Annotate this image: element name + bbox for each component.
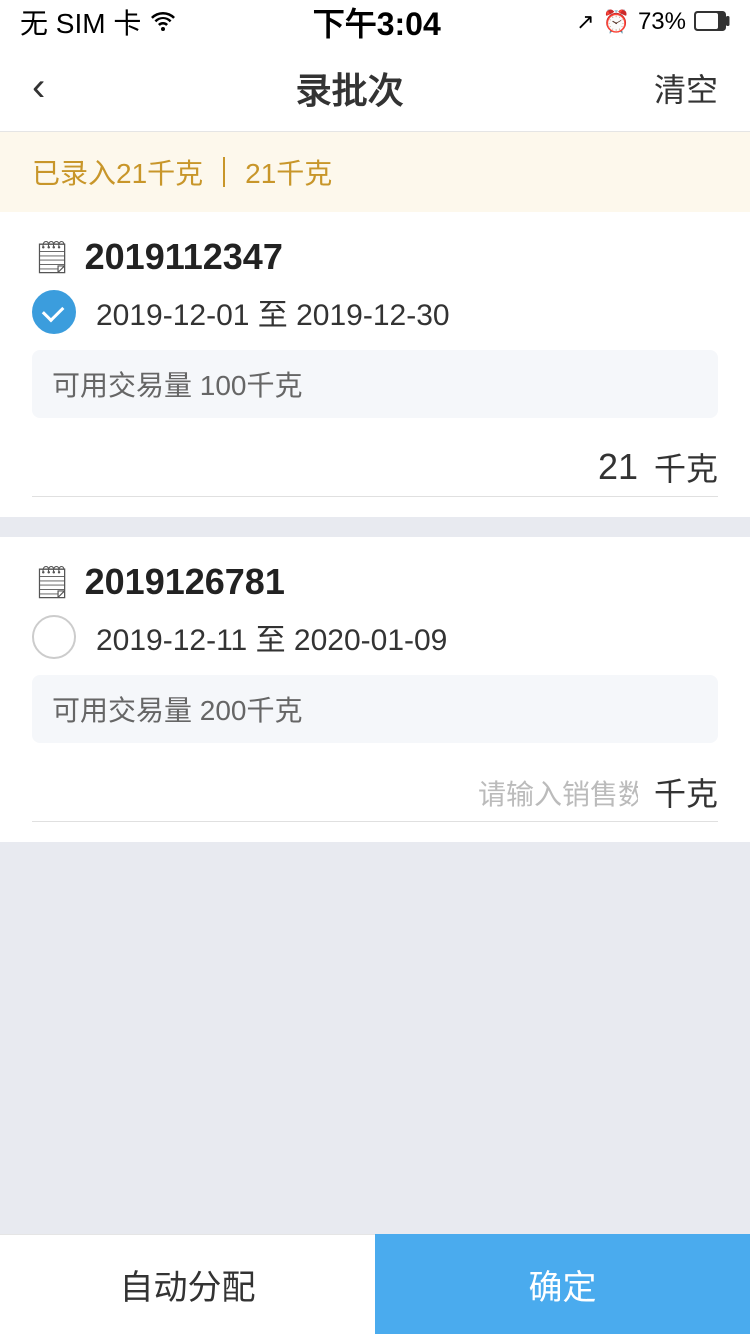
batch-header-2: 🗒 2019126781 <box>32 561 718 603</box>
radio-button-1[interactable] <box>32 290 76 334</box>
batch-quantity-input-1[interactable] <box>478 446 638 488</box>
content-area: 🗒 2019112347 2019-12-01 至 2019-12-30 可用交… <box>0 212 750 1314</box>
batch-unit-1: 千克 <box>654 444 718 490</box>
batch-card-2: 🗒 2019126781 2019-12-11 至 2020-01-09 可用交… <box>0 537 750 842</box>
batch-date-2: 2019-12-11 至 2020-01-09 <box>96 615 447 659</box>
doc-icon-2: 🗒 <box>32 563 73 601</box>
batch-number-2: 2019126781 <box>85 561 285 603</box>
wifi-icon <box>149 6 177 38</box>
location-icon: ↗ <box>576 9 594 35</box>
status-bar: 无 SIM 卡 下午3:04 ↗ ⏰ 73% <box>0 0 750 44</box>
banner-divider <box>223 157 225 187</box>
radio-button-2[interactable] <box>32 615 76 659</box>
recorded-label: 已录入21千克 <box>32 152 203 192</box>
bottom-bar: 自动分配 确定 <box>0 1234 750 1334</box>
confirm-button[interactable]: 确定 <box>375 1234 750 1334</box>
back-button[interactable]: ‹ <box>32 65 45 110</box>
batch-available-1: 可用交易量 100千克 <box>32 350 718 418</box>
status-right: ↗ ⏰ 73% <box>576 7 730 38</box>
batch-input-row-1: 千克 <box>32 434 718 497</box>
sim-status: 无 SIM 卡 <box>20 2 141 42</box>
status-left: 无 SIM 卡 <box>20 2 177 42</box>
batch-quantity-input-2[interactable] <box>478 771 638 813</box>
battery-icon <box>694 7 730 38</box>
batch-date-1: 2019-12-01 至 2019-12-30 <box>96 290 450 334</box>
batch-card-1: 🗒 2019112347 2019-12-01 至 2019-12-30 可用交… <box>0 212 750 517</box>
nav-bar: ‹ 录批次 清空 <box>0 44 750 132</box>
batch-header-1: 🗒 2019112347 <box>32 236 718 278</box>
info-banner: 已录入21千克 21千克 <box>0 132 750 212</box>
status-time: 下午3:04 <box>313 0 441 45</box>
batch-unit-2: 千克 <box>654 769 718 815</box>
batch-input-row-2: 千克 <box>32 759 718 822</box>
auto-distribute-button[interactable]: 自动分配 <box>0 1234 375 1334</box>
batch-available-2: 可用交易量 200千克 <box>32 675 718 743</box>
clear-button[interactable]: 清空 <box>654 65 718 111</box>
batch-date-row-2: 2019-12-11 至 2020-01-09 <box>32 615 718 659</box>
page-title: 录批次 <box>296 62 404 114</box>
doc-icon-1: 🗒 <box>32 238 73 276</box>
battery-percent: 73% <box>638 8 686 36</box>
alarm-icon: ⏰ <box>603 9 630 35</box>
recorded-amount: 21千克 <box>245 152 332 192</box>
batch-number-1: 2019112347 <box>85 236 283 278</box>
separator-1 <box>0 517 750 537</box>
batch-date-row-1: 2019-12-01 至 2019-12-30 <box>32 290 718 334</box>
